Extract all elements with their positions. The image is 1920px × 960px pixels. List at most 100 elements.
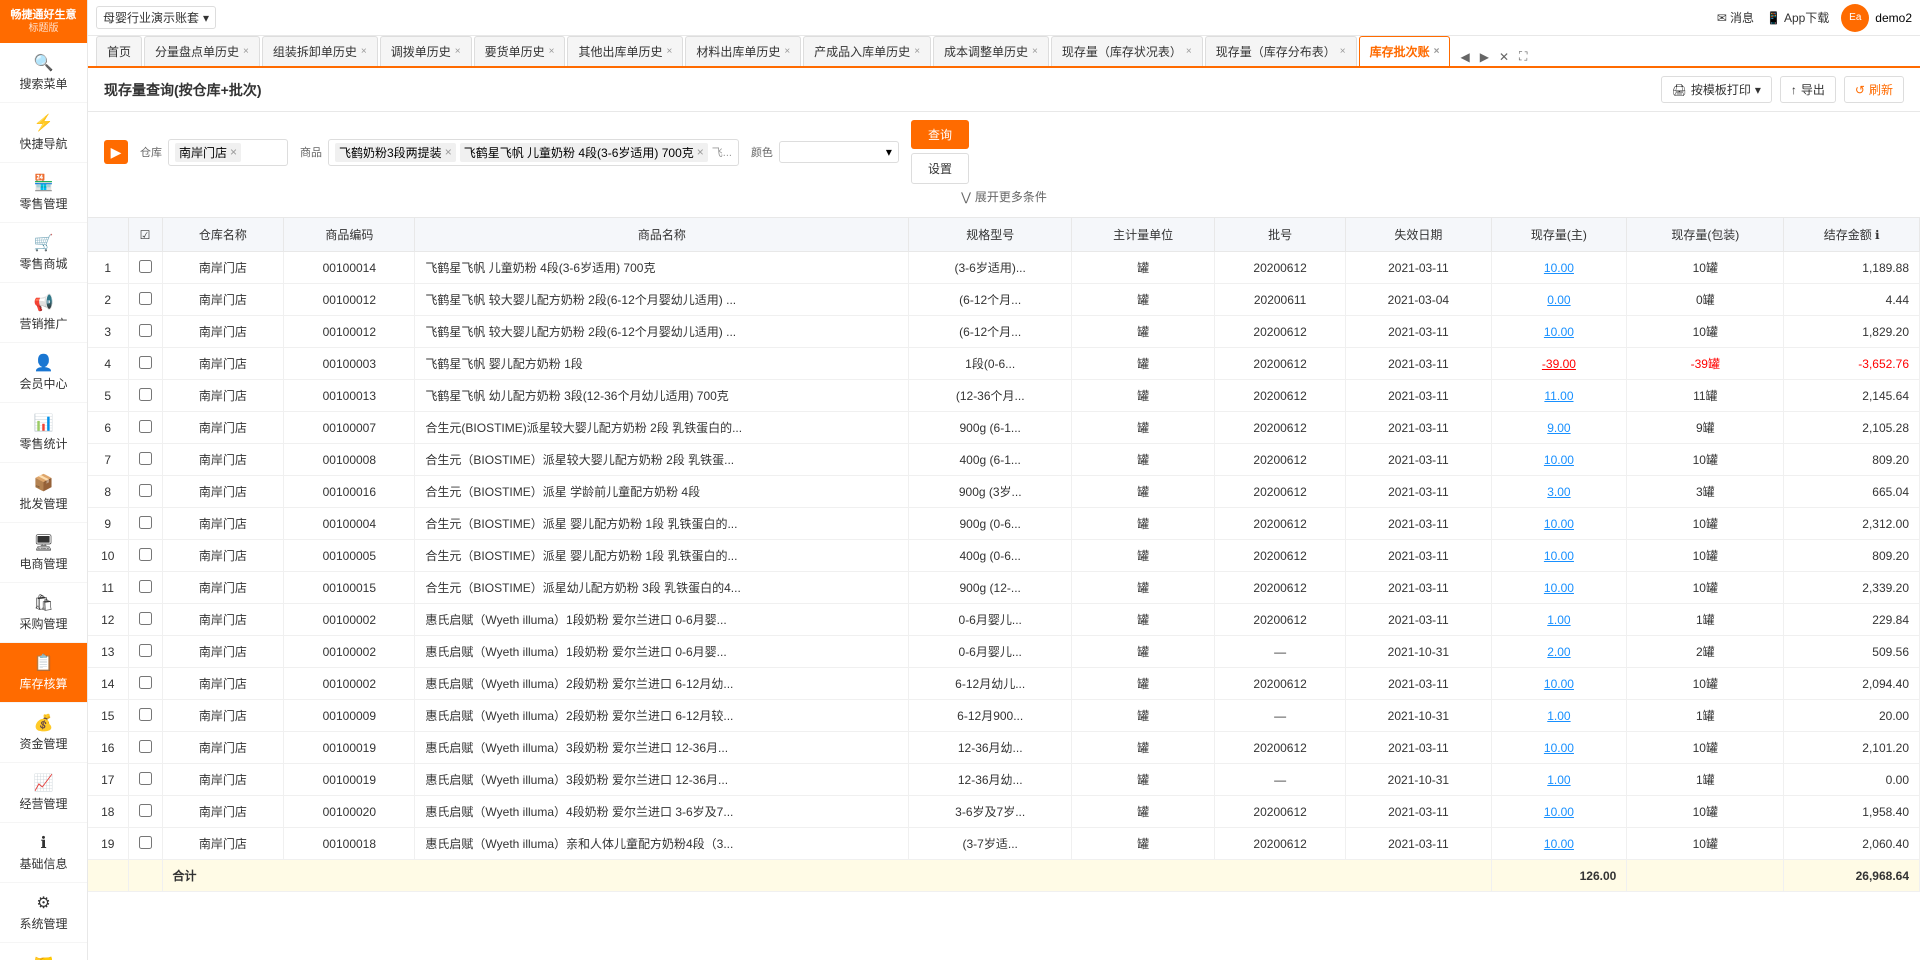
- cell-stock-main[interactable]: 10.00: [1491, 732, 1627, 764]
- sidebar-item-4[interactable]: 📢营销推广: [0, 283, 87, 343]
- sidebar-item-14[interactable]: ⚙系统管理: [0, 883, 87, 943]
- th-code: 商品编码: [284, 218, 415, 252]
- cell-stock-main[interactable]: 10.00: [1491, 316, 1627, 348]
- cell-stock-main[interactable]: 2.00: [1491, 636, 1627, 668]
- product-tag-1-close[interactable]: ×: [445, 145, 452, 159]
- export-btn[interactable]: ↑ 导出: [1780, 76, 1836, 103]
- cell-checkbox[interactable]: [128, 636, 162, 668]
- sidebar-item-15[interactable]: 🤝企业协同: [0, 943, 87, 960]
- th-checkbox[interactable]: ☑: [128, 218, 162, 252]
- tab-close-6[interactable]: ×: [784, 46, 790, 57]
- tab-close-9[interactable]: ×: [1186, 46, 1192, 57]
- tab-close-2[interactable]: ×: [361, 46, 367, 57]
- tab-item-10[interactable]: 现存量（库存分布表）×: [1205, 36, 1357, 66]
- cell-stock-main[interactable]: 9.00: [1491, 412, 1627, 444]
- color-input[interactable]: ▾: [779, 141, 899, 163]
- sidebar-item-9[interactable]: 🛍采购管理: [0, 583, 87, 643]
- tab-item-4[interactable]: 要货单历史×: [474, 36, 566, 66]
- cell-checkbox[interactable]: [128, 604, 162, 636]
- cell-stock-main[interactable]: 10.00: [1491, 796, 1627, 828]
- cell-stock-main[interactable]: 10.00: [1491, 828, 1627, 860]
- tab-item-0[interactable]: 首页: [96, 36, 142, 66]
- sidebar-item-8[interactable]: 🖥电商管理: [0, 523, 87, 583]
- cell-checkbox[interactable]: [128, 540, 162, 572]
- query-btn[interactable]: 查询: [911, 120, 969, 149]
- cell-checkbox[interactable]: [128, 668, 162, 700]
- tab-maximize[interactable]: ⛶: [1515, 47, 1531, 66]
- tab-item-9[interactable]: 现存量（库存状况表）×: [1051, 36, 1203, 66]
- sidebar-item-12[interactable]: 📈经营管理: [0, 763, 87, 823]
- account-dropdown[interactable]: 母婴行业演示账套 ▾: [96, 6, 216, 29]
- tab-close-8[interactable]: ×: [1032, 46, 1038, 57]
- sidebar-item-0[interactable]: 🔍搜索菜单: [0, 43, 87, 103]
- cell-checkbox[interactable]: [128, 828, 162, 860]
- sidebar-item-1[interactable]: ⚡快捷导航: [0, 103, 87, 163]
- cell-checkbox[interactable]: [128, 732, 162, 764]
- cell-checkbox[interactable]: [128, 700, 162, 732]
- tab-next-arrow[interactable]: ▶: [1476, 48, 1493, 66]
- cell-checkbox[interactable]: [128, 444, 162, 476]
- product-tag-2-close[interactable]: ×: [697, 145, 704, 159]
- tab-close-7[interactable]: ×: [914, 46, 920, 57]
- tab-item-5[interactable]: 其他出库单历史×: [567, 36, 683, 66]
- cell-checkbox[interactable]: [128, 252, 162, 284]
- refresh-btn[interactable]: ↺ 刷新: [1844, 76, 1904, 103]
- message-btn[interactable]: ✉ 消息: [1717, 9, 1754, 26]
- tab-close-1[interactable]: ×: [243, 46, 249, 57]
- cell-checkbox[interactable]: [128, 348, 162, 380]
- expand-more-row[interactable]: ⋁ 展开更多条件: [104, 184, 1904, 209]
- cell-stock-main[interactable]: 10.00: [1491, 572, 1627, 604]
- sidebar-item-2[interactable]: 🏪零售管理: [0, 163, 87, 223]
- cell-stock-main[interactable]: 1.00: [1491, 764, 1627, 796]
- cell-checkbox[interactable]: [128, 796, 162, 828]
- cell-stock-main[interactable]: 1.00: [1491, 700, 1627, 732]
- cell-checkbox[interactable]: [128, 316, 162, 348]
- tab-close-all[interactable]: ✕: [1495, 48, 1513, 66]
- cell-stock-main[interactable]: 10.00: [1491, 668, 1627, 700]
- cell-stock-main[interactable]: 3.00: [1491, 476, 1627, 508]
- cell-stock-main[interactable]: 10.00: [1491, 508, 1627, 540]
- cell-checkbox[interactable]: [128, 412, 162, 444]
- tab-item-2[interactable]: 组装拆卸单历史×: [262, 36, 378, 66]
- tab-close-11[interactable]: ×: [1434, 46, 1440, 57]
- tab-prev-arrow[interactable]: ◀: [1456, 48, 1473, 66]
- sidebar-item-6[interactable]: 📊零售统计: [0, 403, 87, 463]
- cell-stock-main[interactable]: 11.00: [1491, 380, 1627, 412]
- tab-close-4[interactable]: ×: [549, 46, 555, 57]
- tab-close-10[interactable]: ×: [1340, 46, 1346, 57]
- tab-item-11[interactable]: 库存批次账×: [1359, 36, 1451, 66]
- cell-stock-main[interactable]: 10.00: [1491, 540, 1627, 572]
- sidebar-item-5[interactable]: 👤会员中心: [0, 343, 87, 403]
- tab-item-6[interactable]: 材料出库单历史×: [685, 36, 801, 66]
- cell-checkbox[interactable]: [128, 508, 162, 540]
- user-info[interactable]: Ea demo2: [1841, 4, 1912, 32]
- cell-checkbox[interactable]: [128, 476, 162, 508]
- tab-item-3[interactable]: 调拨单历史×: [380, 36, 472, 66]
- sidebar-item-7[interactable]: 📦批发管理: [0, 463, 87, 523]
- sidebar-item-11[interactable]: 💰资金管理: [0, 703, 87, 763]
- settings-btn[interactable]: 设置: [911, 153, 969, 184]
- cell-stock-main[interactable]: 1.00: [1491, 604, 1627, 636]
- tab-close-3[interactable]: ×: [455, 46, 461, 57]
- sidebar-item-10[interactable]: 📋库存核算: [0, 643, 87, 703]
- product-input[interactable]: 飞鹤奶粉3段两提装 × 飞鹤星飞帆 儿童奶粉 4段(3-6岁适用) 700克 ×…: [328, 139, 739, 166]
- tab-item-8[interactable]: 成本调整单历史×: [933, 36, 1049, 66]
- warehouse-input[interactable]: 南岸门店 ×: [168, 139, 288, 166]
- filter-expand-btn[interactable]: ▶: [104, 140, 128, 164]
- app-download-btn[interactable]: 📱 App下载: [1766, 9, 1829, 26]
- cell-stock-main[interactable]: 0.00: [1491, 284, 1627, 316]
- cell-checkbox[interactable]: [128, 380, 162, 412]
- template-print-btn[interactable]: 🖨 按模板打印 ▾: [1661, 76, 1772, 103]
- cell-checkbox[interactable]: [128, 764, 162, 796]
- cell-stock-main[interactable]: 10.00: [1491, 252, 1627, 284]
- cell-checkbox[interactable]: [128, 572, 162, 604]
- cell-stock-main[interactable]: 10.00: [1491, 444, 1627, 476]
- cell-stock-main[interactable]: -39.00: [1491, 348, 1627, 380]
- warehouse-tag-close[interactable]: ×: [230, 145, 237, 159]
- sidebar-item-3[interactable]: 🛒零售商城: [0, 223, 87, 283]
- tab-item-7[interactable]: 产成品入库单历史×: [803, 36, 931, 66]
- sidebar-item-13[interactable]: ℹ基础信息: [0, 823, 87, 883]
- tab-close-5[interactable]: ×: [666, 46, 672, 57]
- cell-checkbox[interactable]: [128, 284, 162, 316]
- tab-item-1[interactable]: 分量盘点单历史×: [144, 36, 260, 66]
